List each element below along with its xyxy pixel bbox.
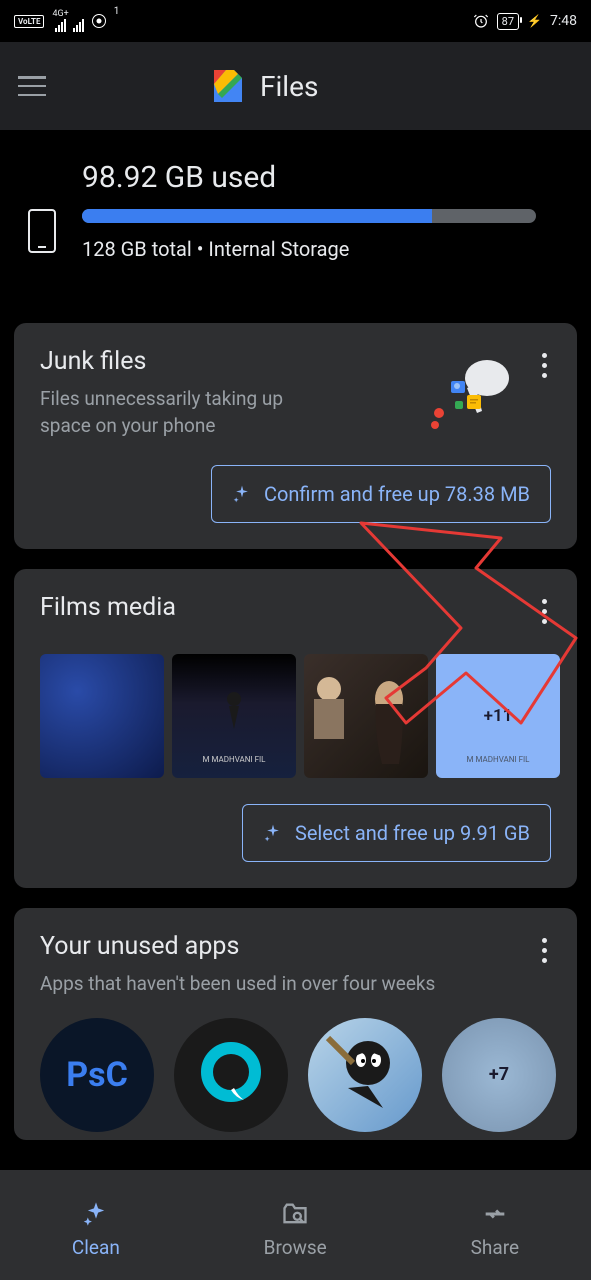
app-item[interactable]	[174, 1018, 288, 1132]
films-title: Films media	[40, 593, 176, 622]
nav-browse[interactable]: Browse	[264, 1200, 327, 1259]
app-item[interactable]: PsC	[40, 1018, 154, 1132]
signal-icon: 4G+	[52, 10, 83, 32]
storage-progress	[82, 209, 536, 223]
film-thumbnail[interactable]	[304, 654, 428, 778]
unused-apps-card: Your unused apps Apps that haven't been …	[14, 908, 577, 1140]
files-logo-icon	[206, 66, 246, 106]
notification-count: 1	[114, 6, 120, 17]
clock: 7:48	[550, 13, 577, 29]
sparkle-icon	[263, 823, 283, 843]
select-free-up-button[interactable]: Select and free up 9.91 GB	[242, 804, 551, 862]
nav-share[interactable]: Share	[471, 1200, 519, 1259]
more-icon[interactable]	[538, 347, 551, 384]
brush-icon	[427, 353, 517, 443]
app-title: Files	[206, 66, 318, 106]
folder-search-icon	[281, 1200, 309, 1228]
confirm-free-up-button[interactable]: Confirm and free up 78.38 MB	[211, 465, 551, 523]
nav-clean[interactable]: Clean	[72, 1200, 120, 1259]
volte-badge: VoLTE	[14, 15, 44, 28]
film-thumbnail[interactable]	[40, 654, 164, 778]
junk-title: Junk files	[40, 347, 330, 376]
sparkle-icon	[232, 484, 252, 504]
storage-used-label: 98.92 GB used	[82, 160, 563, 195]
more-icon[interactable]	[538, 593, 551, 630]
film-more-button[interactable]: +11 M MADHVANI FIL	[436, 654, 560, 778]
bottom-nav: Clean Browse Share	[0, 1170, 591, 1280]
app-more-button[interactable]: +7	[442, 1018, 556, 1132]
more-icon[interactable]	[538, 932, 551, 969]
menu-icon[interactable]	[18, 76, 46, 96]
app-item[interactable]	[308, 1018, 422, 1132]
alarm-icon	[473, 13, 489, 29]
junk-files-card: Junk files Files unnecessarily taking up…	[14, 323, 577, 549]
storage-detail-label: 128 GB total • Internal Storage	[82, 237, 563, 261]
unused-title: Your unused apps	[40, 932, 435, 961]
junk-desc: Files unnecessarily taking up space on y…	[40, 386, 330, 439]
sparkle-icon	[82, 1200, 110, 1228]
share-icon	[481, 1200, 509, 1228]
status-bar: VoLTE 4G+ 1 87 ⚡ 7:48	[0, 0, 591, 42]
storage-section: 98.92 GB used 128 GB total • Internal St…	[0, 130, 591, 311]
battery-icon: 87	[497, 13, 519, 30]
unused-desc: Apps that haven't been used in over four…	[40, 971, 435, 998]
location-icon	[92, 14, 106, 28]
film-thumbnail[interactable]: M MADHVANI FIL	[172, 654, 296, 778]
films-media-card: Films media M MADHVANI FIL +11 M MADHVAN…	[14, 569, 577, 888]
phone-icon	[28, 209, 56, 253]
charging-icon: ⚡	[527, 14, 542, 28]
app-bar: Files	[0, 42, 591, 130]
